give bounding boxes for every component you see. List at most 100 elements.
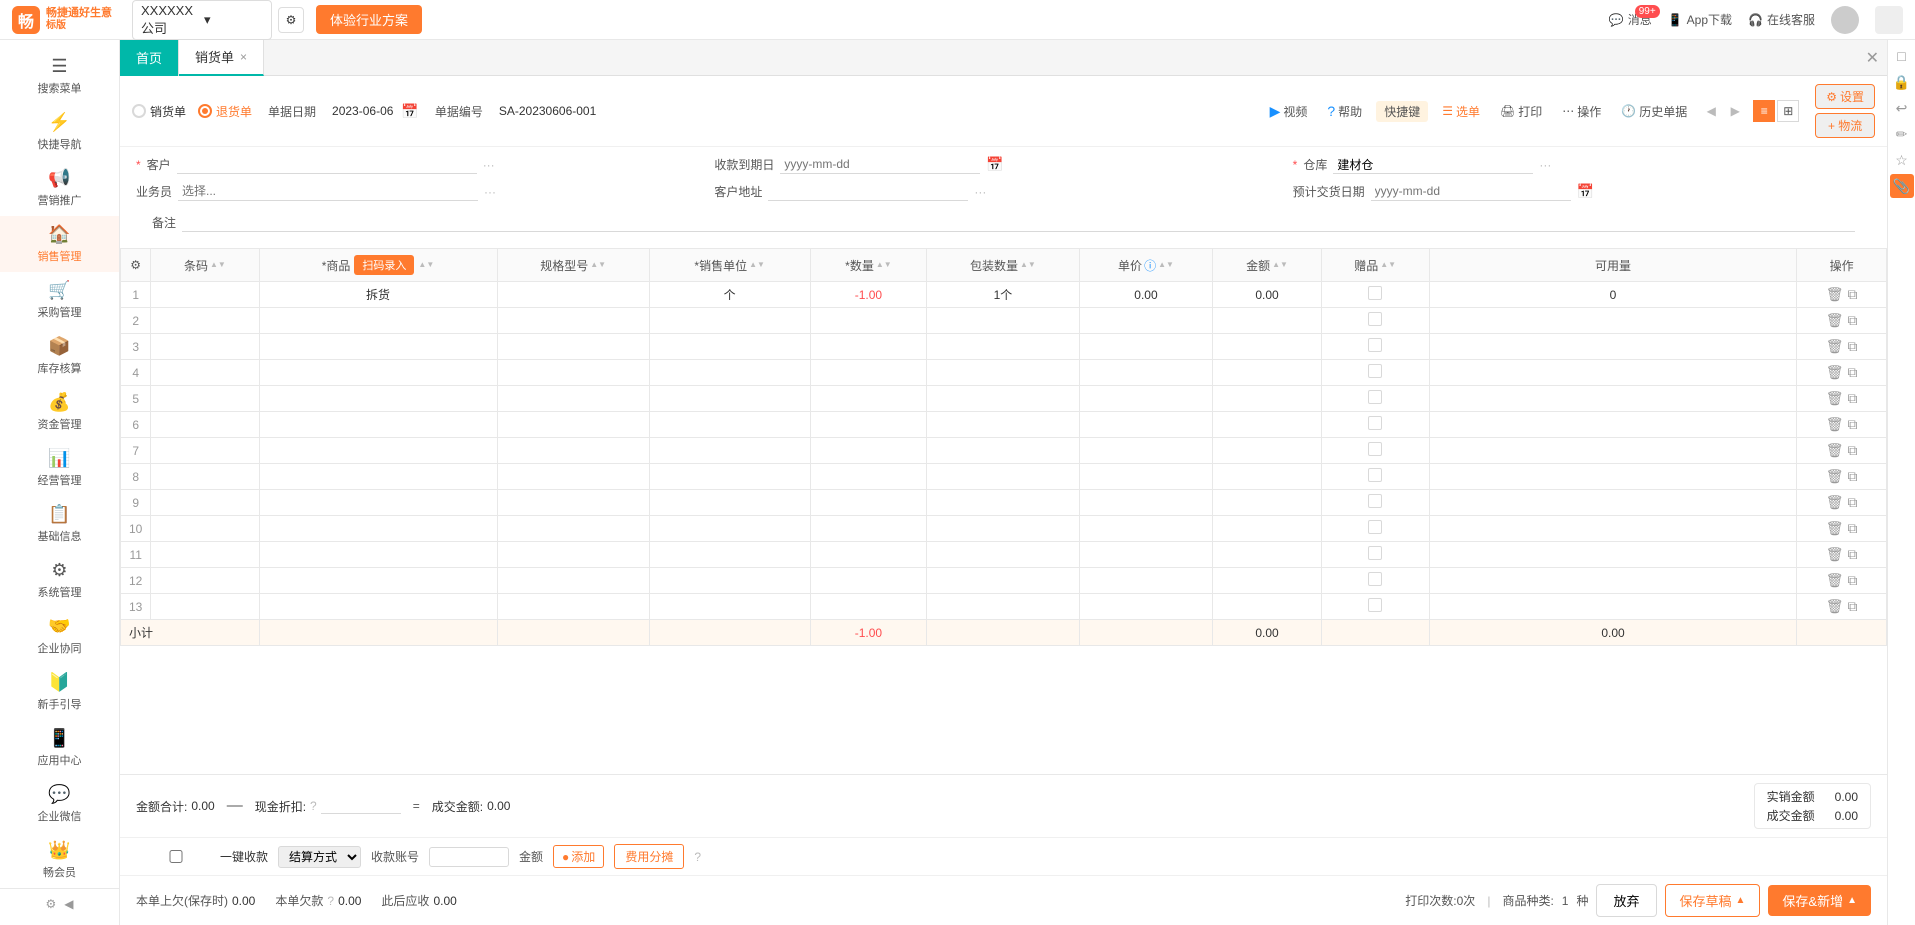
cell-unit[interactable] — [649, 386, 810, 412]
cell-unit[interactable] — [649, 568, 810, 594]
copy-row-icon[interactable]: ⧉ — [1848, 416, 1858, 433]
discard-btn[interactable]: 放弃 — [1596, 884, 1656, 917]
radio-return[interactable]: 退货单 — [198, 103, 252, 120]
prev-btn[interactable]: ◀ — [1701, 101, 1721, 121]
cell-spec[interactable] — [497, 464, 649, 490]
delete-row-icon[interactable]: 🗑 — [1826, 390, 1844, 407]
cell-amount[interactable] — [1213, 360, 1321, 386]
settings-bottom-icon[interactable]: ⚙ — [46, 897, 57, 911]
gift-checkbox[interactable] — [1368, 598, 1382, 612]
cell-spec[interactable] — [497, 490, 649, 516]
table-settings-icon[interactable]: ⚙ — [130, 258, 141, 272]
cell-unit[interactable] — [649, 308, 810, 334]
tab-close-icon[interactable]: × — [240, 50, 247, 64]
discount-input[interactable] — [321, 799, 401, 814]
cell-unit[interactable]: 个 — [649, 282, 810, 308]
sidebar-item-cooperation[interactable]: 🤝 企业协同 — [0, 608, 119, 664]
delete-row-icon[interactable]: 🗑 — [1826, 364, 1844, 381]
print-btn[interactable]: 🖨 打印 — [1494, 101, 1548, 122]
note-input[interactable] — [182, 213, 1855, 232]
cell-barcode[interactable] — [151, 464, 259, 490]
tab-sales-order[interactable]: 销货单 × — [179, 40, 264, 76]
close-window-icon[interactable]: ✕ — [1866, 50, 1879, 67]
cell-amount[interactable] — [1213, 334, 1321, 360]
cell-packqty[interactable] — [927, 464, 1079, 490]
cell-barcode[interactable] — [151, 386, 259, 412]
cell-product[interactable] — [259, 542, 497, 568]
gift-checkbox[interactable] — [1368, 312, 1382, 326]
delete-row-icon[interactable]: 🗑 — [1826, 598, 1844, 615]
delete-row-icon[interactable]: 🗑 — [1826, 546, 1844, 563]
expected-date-calendar-icon[interactable]: 📅 — [1577, 183, 1594, 200]
delete-row-icon[interactable]: 🗑 — [1826, 338, 1844, 355]
cell-amount[interactable] — [1213, 594, 1321, 620]
customer-dots[interactable]: ··· — [483, 158, 495, 172]
cell-unit[interactable] — [649, 542, 810, 568]
one-click-pay-checkbox[interactable]: 一键收款 — [136, 848, 268, 865]
sidebar-item-inventory[interactable]: 📦 库存核算 — [0, 328, 119, 384]
cell-price[interactable] — [1079, 308, 1213, 334]
due-date-calendar-icon[interactable]: 📅 — [986, 156, 1003, 173]
gift-checkbox[interactable] — [1368, 468, 1382, 482]
warehouse-input[interactable] — [1333, 155, 1533, 174]
online-service-btn[interactable]: 🎧 在线客服 — [1748, 11, 1815, 28]
copy-row-icon[interactable]: ⧉ — [1848, 286, 1858, 303]
cost-split-btn[interactable]: 费用分摊 — [614, 844, 684, 869]
cell-product[interactable] — [259, 516, 497, 542]
cell-price[interactable]: 0.00 — [1079, 282, 1213, 308]
history-btn[interactable]: 🕐 历史单据 — [1615, 101, 1693, 122]
cell-packqty[interactable] — [927, 516, 1079, 542]
cell-product[interactable] — [259, 412, 497, 438]
cell-packqty[interactable] — [927, 438, 1079, 464]
cell-product[interactable] — [259, 334, 497, 360]
cell-spec[interactable] — [497, 542, 649, 568]
cell-product[interactable] — [259, 386, 497, 412]
cell-packqty[interactable] — [927, 308, 1079, 334]
cell-amount[interactable]: 0.00 — [1213, 282, 1321, 308]
cell-spec[interactable] — [497, 438, 649, 464]
sidebar-item-guide[interactable]: 🔰 新手引导 — [0, 664, 119, 720]
gift-checkbox[interactable] — [1368, 286, 1382, 300]
cell-packqty[interactable]: 1个 — [927, 282, 1079, 308]
cell-gift[interactable] — [1321, 308, 1429, 334]
cell-gift[interactable] — [1321, 386, 1429, 412]
cell-gift[interactable] — [1321, 412, 1429, 438]
gift-checkbox[interactable] — [1368, 416, 1382, 430]
rt-expand-icon[interactable]: □ — [1890, 44, 1914, 68]
cell-amount[interactable] — [1213, 568, 1321, 594]
cell-qty[interactable] — [810, 516, 927, 542]
help-btn[interactable]: ? 帮助 — [1321, 101, 1368, 122]
salesperson-input[interactable] — [178, 182, 478, 201]
cell-price[interactable] — [1079, 490, 1213, 516]
expected-date-input[interactable] — [1371, 182, 1571, 201]
gift-checkbox[interactable] — [1368, 520, 1382, 534]
sidebar-item-search[interactable]: ☰ 搜索菜单 — [0, 48, 119, 104]
gift-checkbox[interactable] — [1368, 442, 1382, 456]
cell-amount[interactable] — [1213, 464, 1321, 490]
cell-gift[interactable] — [1321, 282, 1429, 308]
gift-checkbox[interactable] — [1368, 390, 1382, 404]
cell-gift[interactable] — [1321, 334, 1429, 360]
delete-row-icon[interactable]: 🗑 — [1826, 442, 1844, 459]
cell-price[interactable] — [1079, 334, 1213, 360]
cell-barcode[interactable] — [151, 412, 259, 438]
th-settings[interactable]: ⚙ — [121, 249, 151, 282]
cell-amount[interactable] — [1213, 308, 1321, 334]
cell-amount[interactable] — [1213, 542, 1321, 568]
list-view-btn[interactable]: ≡ — [1753, 100, 1775, 122]
cell-packqty[interactable] — [927, 386, 1079, 412]
cell-amount[interactable] — [1213, 386, 1321, 412]
price-info-icon[interactable]: ⓘ — [1144, 257, 1156, 274]
cell-spec[interactable] — [497, 334, 649, 360]
cell-barcode[interactable] — [151, 516, 259, 542]
sidebar-item-purchase[interactable]: 🛒 采购管理 — [0, 272, 119, 328]
gift-checkbox[interactable] — [1368, 364, 1382, 378]
rt-attach-icon[interactable]: 📎 — [1890, 174, 1914, 198]
delete-row-icon[interactable]: 🗑 — [1826, 520, 1844, 537]
cell-unit[interactable] — [649, 594, 810, 620]
video-btn[interactable]: ▶ 视频 — [1264, 101, 1314, 122]
cell-barcode[interactable] — [151, 308, 259, 334]
copy-row-icon[interactable]: ⧉ — [1848, 442, 1858, 459]
save-draft-btn[interactable]: 保存草稿 ▲ — [1665, 884, 1761, 917]
cell-qty[interactable]: -1.00 — [810, 282, 927, 308]
